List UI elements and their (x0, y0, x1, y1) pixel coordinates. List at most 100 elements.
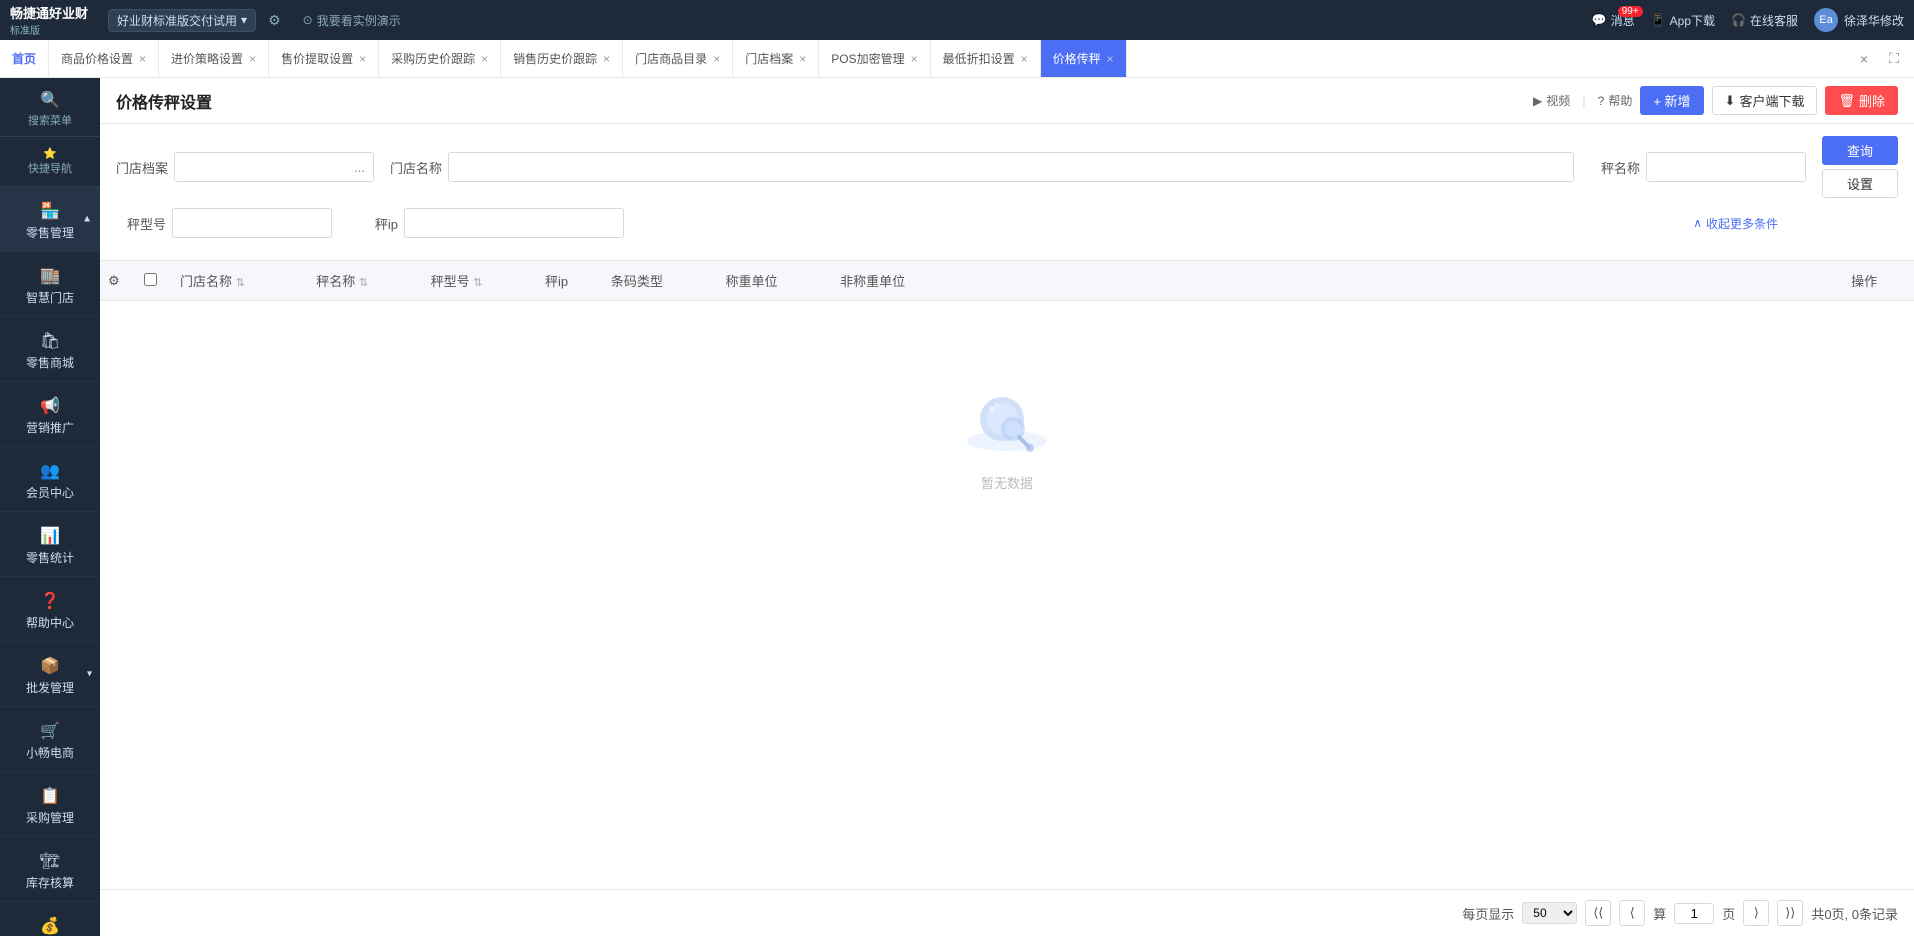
tab-sales-history-close[interactable]: × (603, 52, 610, 66)
th-scale-model[interactable]: 秤型号 (423, 261, 537, 301)
video-link[interactable]: ▶ 视频 (1533, 92, 1570, 109)
tab-store-catalog-close[interactable]: × (713, 52, 720, 66)
app-download-button[interactable]: 📱 App下载 (1651, 12, 1715, 29)
tab-price-scale[interactable]: 价格传秤 × (1041, 40, 1127, 78)
tab-end-buttons: × ⛶ (1852, 47, 1914, 71)
scale-model-input[interactable] (172, 208, 332, 238)
page-unit: 页 (1722, 904, 1735, 923)
tab-home[interactable]: 首页 (0, 40, 49, 78)
tab-sale-extract-close[interactable]: × (359, 52, 366, 66)
tab-store-catalog[interactable]: 门店商品目录 × (623, 40, 733, 78)
search-button[interactable]: 查询 (1822, 136, 1898, 165)
tab-expand-button[interactable]: ⛶ (1882, 47, 1906, 71)
tab-purchase-history[interactable]: 采购历史价跟踪 × (379, 40, 501, 78)
settings-label: 设置 (1847, 174, 1873, 193)
sidebar-item-member-center[interactable]: 👥 会员中心 (0, 447, 100, 512)
user-name: 徐泽华修改 (1844, 12, 1904, 29)
page-actions: ▶ 视频 | ? 帮助 + 新增 ⬇ 客户端下载 (1533, 86, 1898, 115)
close-icon: × (1860, 51, 1868, 67)
th-store-name[interactable]: 门店名称 (172, 261, 308, 301)
prev-page-button[interactable]: ⟨ (1619, 900, 1645, 926)
th-barcode-type: 条码类型 (603, 261, 718, 301)
tab-price-settings-close[interactable]: × (139, 52, 146, 66)
add-button[interactable]: + 新增 (1640, 86, 1703, 115)
page-input[interactable] (1674, 903, 1714, 924)
sidebar-item-retail-mall[interactable]: 🛍 零售商城 (0, 317, 100, 382)
filter-scale-ip: 秤ip (348, 208, 624, 238)
table-settings-col[interactable]: ⚙ (100, 261, 136, 301)
tab-purchase-strategy-close[interactable]: × (249, 52, 256, 66)
tab-store-file[interactable]: 门店档案 × (733, 40, 819, 78)
store-file-select[interactable]: ... (174, 152, 374, 182)
demo-link[interactable]: ⊙ 我要看实例演示 (303, 12, 401, 29)
tab-purchase-history-close[interactable]: × (481, 52, 488, 66)
online-service-button[interactable]: 🎧 在线客服 (1731, 12, 1798, 29)
version-select[interactable]: 好业财标准版交付试用 ▾ (108, 9, 256, 32)
help-link[interactable]: ? 帮助 (1598, 92, 1633, 109)
message-button[interactable]: 💬 消息 99+ (1592, 12, 1635, 29)
filter-store-name-label: 门店名称 (390, 158, 442, 177)
demo-link-label: 我要看实例演示 (317, 12, 401, 29)
sidebar-item-inventory[interactable]: 🏗 库存核算 (0, 837, 100, 902)
next-page-button[interactable]: ⟩ (1743, 900, 1769, 926)
filter-area: 门店档案 ... 门店名称 秤名称 (100, 124, 1914, 261)
marketing-icon: 📢 (40, 396, 60, 416)
tab-price-scale-close[interactable]: × (1107, 52, 1114, 66)
tab-purchase-strategy[interactable]: 进价策略设置 × (159, 40, 269, 78)
table-checkbox-col[interactable] (136, 261, 172, 301)
content-area: 价格传秤设置 ▶ 视频 | ? 帮助 + 新增 ⬇ (100, 78, 1914, 936)
smart-store-icon: 🏬 (40, 266, 60, 286)
th-actions: 操作 (1843, 261, 1914, 301)
th-scale-name[interactable]: 秤名称 (308, 261, 422, 301)
tab-min-discount-close[interactable]: × (1021, 52, 1028, 66)
message-badge: 99+ (1618, 6, 1643, 17)
collapse-button[interactable]: ∧ 收起更多条件 (1693, 215, 1778, 232)
user-area[interactable]: Ea 徐泽华修改 (1814, 8, 1904, 32)
th-store-name-label: 门店名称 (180, 274, 232, 289)
delete-button[interactable]: 🗑 删除 (1825, 86, 1898, 115)
per-page-select[interactable]: 50 10 20 100 (1522, 902, 1577, 924)
sidebar-item-xiaochang-ecommerce[interactable]: 🛒 小畅电商 (0, 707, 100, 772)
more-icon[interactable]: ... (354, 160, 365, 175)
tab-min-discount[interactable]: 最低折扣设置 × (931, 40, 1041, 78)
sidebar-search[interactable]: 🔍 搜索菜单 (0, 78, 100, 137)
search-label: 查询 (1847, 141, 1873, 160)
quicknav-icon: ⭐ (43, 147, 57, 160)
th-scale-ip: 秤ip (537, 261, 603, 301)
sidebar-item-marketing[interactable]: 📢 营销推广 (0, 382, 100, 447)
sidebar-item-retail-stats[interactable]: 📊 零售统计 (0, 512, 100, 577)
next-page-icon: ⟩ (1754, 905, 1759, 921)
download-button[interactable]: ⬇ 客户端下载 (1712, 86, 1818, 115)
sidebar-item-smart-store[interactable]: 🏬 智慧门店 (0, 252, 100, 317)
tab-sale-extract[interactable]: 售价提取设置 × (269, 40, 379, 78)
sidebar-item-purchase-management[interactable]: 📋 采购管理 (0, 772, 100, 837)
tab-pos-management-close[interactable]: × (911, 52, 918, 66)
page-title: 价格传秤设置 (116, 89, 212, 113)
wholesale-management-icon: 📦 (40, 656, 60, 676)
store-name-input[interactable] (448, 152, 1574, 182)
table-area: ⚙ 门店名称 秤名称 秤型号 (100, 261, 1914, 889)
expand-icon: ⛶ (1889, 50, 1899, 67)
sidebar-quicknav[interactable]: ⭐ 快捷导航 (0, 137, 100, 187)
retail-mall-label: 零售商城 (26, 354, 74, 371)
video-icon: ▶ (1533, 94, 1542, 108)
sidebar-item-retail-management[interactable]: 🏪 零售管理 ▲ (0, 187, 100, 252)
tab-price-settings[interactable]: 商品价格设置 × (49, 40, 159, 78)
last-page-button[interactable]: ⟩⟩ (1777, 900, 1803, 926)
tab-pos-management[interactable]: POS加密管理 × (819, 40, 930, 78)
sidebar-item-help-center[interactable]: ❓ 帮助中心 (0, 577, 100, 642)
sidebar-item-wholesale-management[interactable]: 📦 批发管理 ▾ (0, 642, 100, 707)
sidebar-item-finance[interactable]: 💰 资金管理 (0, 902, 100, 936)
select-all-checkbox[interactable] (144, 273, 157, 286)
settings-button[interactable]: 设置 (1822, 169, 1898, 198)
tab-store-file-close[interactable]: × (799, 52, 806, 66)
scale-name-input[interactable] (1646, 152, 1806, 182)
first-page-button[interactable]: ⟨⟨ (1585, 900, 1611, 926)
gear-button[interactable]: ⚙ (264, 8, 285, 33)
empty-state-row: 暂无数据 (100, 301, 1914, 573)
scale-ip-input[interactable] (404, 208, 624, 238)
tab-sales-history[interactable]: 销售历史价跟踪 × (501, 40, 623, 78)
tab-close-all-button[interactable]: × (1852, 47, 1876, 71)
sidebar-menu-group: 🏪 零售管理 ▲ 🏬 智慧门店 🛍 零售商城 📢 营销推广 👥 (0, 187, 100, 936)
th-scale-ip-label: 秤ip (545, 274, 568, 289)
